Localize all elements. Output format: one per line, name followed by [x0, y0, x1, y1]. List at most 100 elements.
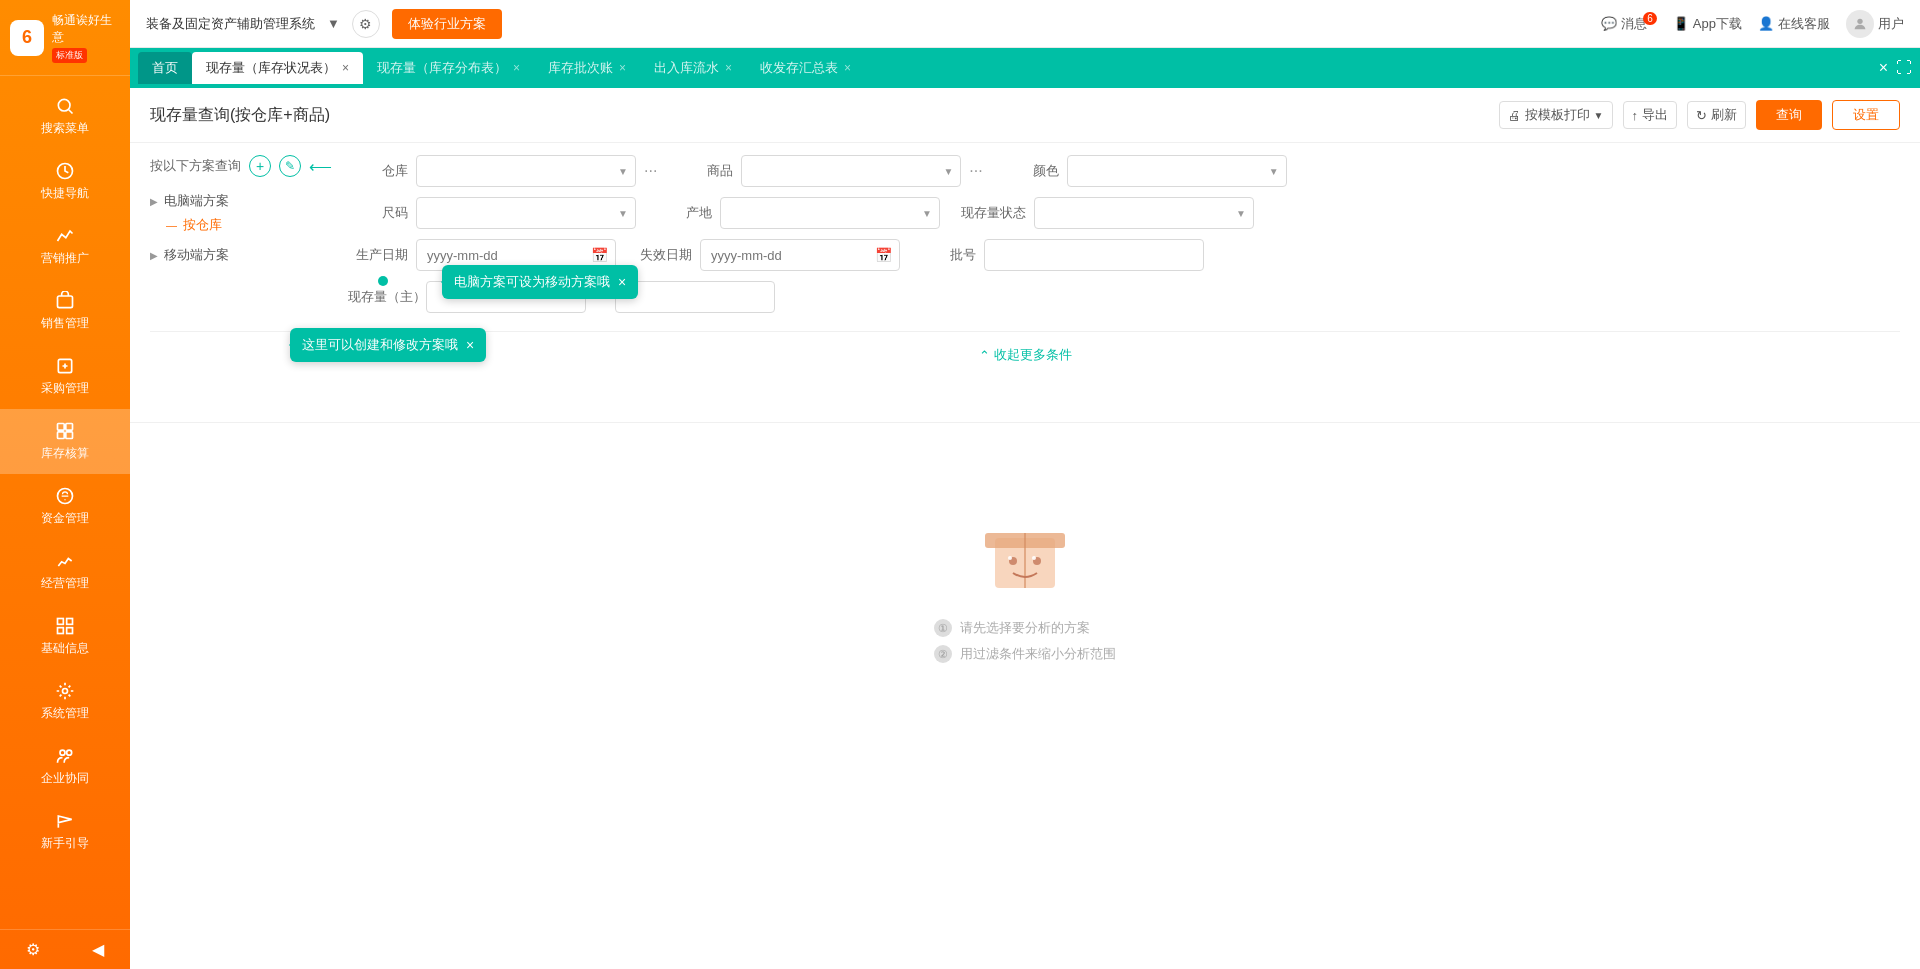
settings-button[interactable]: ⚙ [352, 10, 380, 38]
export-icon: ↑ [1632, 108, 1639, 123]
reset-button[interactable]: 设置 [1832, 100, 1900, 130]
filter-size: 尺码 ▼ [348, 197, 636, 229]
size-select[interactable] [416, 197, 636, 229]
search-button[interactable]: 查询 [1756, 100, 1822, 130]
scheme-panel: 按以下方案查询 + ✎ ⟵ ▶ 电脑端方案 — 按仓库 [150, 155, 332, 323]
goods-dots-btn[interactable]: ··· [969, 162, 982, 180]
goods-label: 商品 [673, 162, 733, 180]
tooltip-2-close-btn[interactable]: × [466, 337, 474, 353]
tab-fullscreen-btn[interactable]: ⛶ [1896, 59, 1912, 77]
step-1-text: 请先选择要分析的方案 [960, 619, 1090, 637]
exp-date-from-input[interactable] [700, 239, 900, 271]
filter-label: 按以下方案查询 [150, 157, 241, 175]
header-right: 💬 消息 6 📱 App下载 👤 在线客服 用户 [1601, 10, 1904, 38]
tab-bar: 首页 现存量（库存状况表） × 现存量（库存分布表） × 库存批次账 × 出入库… [130, 48, 1920, 88]
user-item[interactable]: 用户 [1846, 10, 1904, 38]
warehouse-select[interactable] [416, 155, 636, 187]
refresh-button[interactable]: ↻ 刷新 [1687, 101, 1746, 129]
sidebar: 6 畅通诶好生意 标准版 搜索菜单 快捷导航 营销推广 销售管理 采购管理 库 [0, 0, 130, 969]
logo-icon: 6 [10, 20, 44, 56]
origin-select[interactable] [720, 197, 940, 229]
tab-bar-actions: × ⛶ [1879, 59, 1912, 77]
filter-edit-btn[interactable]: ✎ [279, 155, 301, 177]
svg-rect-10 [58, 619, 64, 625]
tab-close-all-btn[interactable]: × [1879, 59, 1888, 77]
app-download-item[interactable]: 📱 App下载 [1673, 15, 1742, 33]
tab-inventory-status[interactable]: 现存量（库存状况表） × [192, 52, 363, 84]
sidebar-item-sales[interactable]: 销售管理 [0, 279, 130, 344]
sidebar-item-guide[interactable]: 快捷导航 [0, 149, 130, 214]
service-item[interactable]: 👤 在线客服 [1758, 15, 1830, 33]
filter-exp-date: 失效日期 📅 [632, 239, 900, 271]
stock-status-select[interactable] [1034, 197, 1254, 229]
print-button[interactable]: 🖨 按模板打印 ▼ [1499, 101, 1613, 129]
sidebar-item-newbie[interactable]: 新手引导 [0, 799, 130, 864]
tab-batch-close[interactable]: × [619, 61, 626, 75]
sidebar-item-inventory[interactable]: 库存核算 [0, 409, 130, 474]
avatar [1846, 10, 1874, 38]
tab-collect-close[interactable]: × [844, 61, 851, 75]
filter-goods: 商品 ▼ ··· [673, 155, 982, 187]
goods-select[interactable] [741, 155, 961, 187]
batch-no-input[interactable] [984, 239, 1204, 271]
sidebar-item-system[interactable]: 系统管理 [0, 669, 130, 734]
color-select[interactable] [1067, 155, 1287, 187]
color-select-wrapper: ▼ [1067, 155, 1287, 187]
tab-inventory-status-close[interactable]: × [342, 61, 349, 75]
tab-inventory-dist[interactable]: 现存量（库存分布表） × [363, 52, 534, 84]
system-name-dropdown-icon[interactable]: ▼ [327, 16, 340, 31]
empty-step-1: ① 请先选择要分析的方案 [934, 619, 1116, 637]
color-label: 颜色 [999, 162, 1059, 180]
main-area: 装备及固定资产辅助管理系统 ▼ ⚙ 体验行业方案 💬 消息 6 📱 App下载 … [130, 0, 1920, 969]
collapse-up-icon: ⌃ [979, 348, 990, 363]
header-left: 装备及固定资产辅助管理系统 ▼ ⚙ 体验行业方案 [146, 9, 502, 39]
scheme-tooltip-1: 电脑方案可设为移动方案哦 × [442, 265, 638, 299]
sidebar-item-finance[interactable]: 资金管理 [0, 474, 130, 539]
svg-rect-3 [58, 296, 73, 308]
scheme-mobile-expand-icon: ▶ [150, 250, 158, 261]
experience-button[interactable]: 体验行业方案 [392, 9, 502, 39]
sidebar-item-operation[interactable]: 经营管理 [0, 539, 130, 604]
tooltip-1-close-btn[interactable]: × [618, 274, 626, 290]
warehouse-dots-btn[interactable]: ··· [644, 162, 657, 180]
svg-rect-5 [58, 424, 65, 431]
filter-stock-status: 现存量状态 ▼ [956, 197, 1254, 229]
step-1-num: ① [934, 619, 952, 637]
size-label: 尺码 [348, 204, 408, 222]
stock-status-label: 现存量状态 [956, 204, 1026, 222]
stock-qty-to-input[interactable] [615, 281, 775, 313]
phone-icon: 📱 [1673, 16, 1689, 31]
scheme-pc[interactable]: ▶ 电脑端方案 [150, 189, 332, 213]
sidebar-collapse-btn[interactable]: ◀ [92, 940, 104, 959]
message-item[interactable]: 💬 消息 6 [1601, 15, 1657, 33]
tab-collect[interactable]: 收发存汇总表 × [746, 52, 865, 84]
stock-status-select-wrapper: ▼ [1034, 197, 1254, 229]
app-label: App下载 [1693, 15, 1742, 33]
sidebar-item-purchase[interactable]: 采购管理 [0, 344, 130, 409]
tab-batch[interactable]: 库存批次账 × [534, 52, 640, 84]
warehouse-label: 仓库 [348, 162, 408, 180]
tab-inout[interactable]: 出入库流水 × [640, 52, 746, 84]
sidebar-settings-btn[interactable]: ⚙ [26, 940, 40, 959]
sidebar-item-search[interactable]: 搜索菜单 [0, 84, 130, 149]
filter-arrow-btn[interactable]: ⟵ [309, 157, 332, 176]
scheme-item-warehouse[interactable]: — 按仓库 [166, 213, 332, 237]
top-header: 装备及固定资产辅助管理系统 ▼ ⚙ 体验行业方案 💬 消息 6 📱 App下载 … [130, 0, 1920, 48]
sidebar-item-basic[interactable]: 基础信息 [0, 604, 130, 669]
filter-batch-no: 批号 [916, 239, 1204, 271]
tab-inout-close[interactable]: × [725, 61, 732, 75]
sidebar-item-enterprise[interactable]: 企业协同 [0, 734, 130, 799]
tab-home[interactable]: 首页 [138, 52, 192, 84]
message-icon: 💬 [1601, 16, 1617, 31]
scheme-mobile[interactable]: ▶ 移动端方案 [150, 243, 332, 267]
sidebar-item-marketing[interactable]: 营销推广 [0, 214, 130, 279]
print-icon: 🖨 [1508, 108, 1521, 123]
filter-row-1: 仓库 ▼ ··· 商品 ▼ [348, 155, 1900, 187]
tab-inventory-dist-close[interactable]: × [513, 61, 520, 75]
filter-add-btn[interactable]: + [249, 155, 271, 177]
empty-steps: ① 请先选择要分析的方案 ② 用过滤条件来缩小分析范围 [934, 619, 1116, 663]
svg-point-18 [1857, 18, 1862, 23]
svg-rect-11 [67, 619, 73, 625]
export-button[interactable]: ↑ 导出 [1623, 101, 1678, 129]
tab-collect-label: 收发存汇总表 [760, 59, 838, 77]
